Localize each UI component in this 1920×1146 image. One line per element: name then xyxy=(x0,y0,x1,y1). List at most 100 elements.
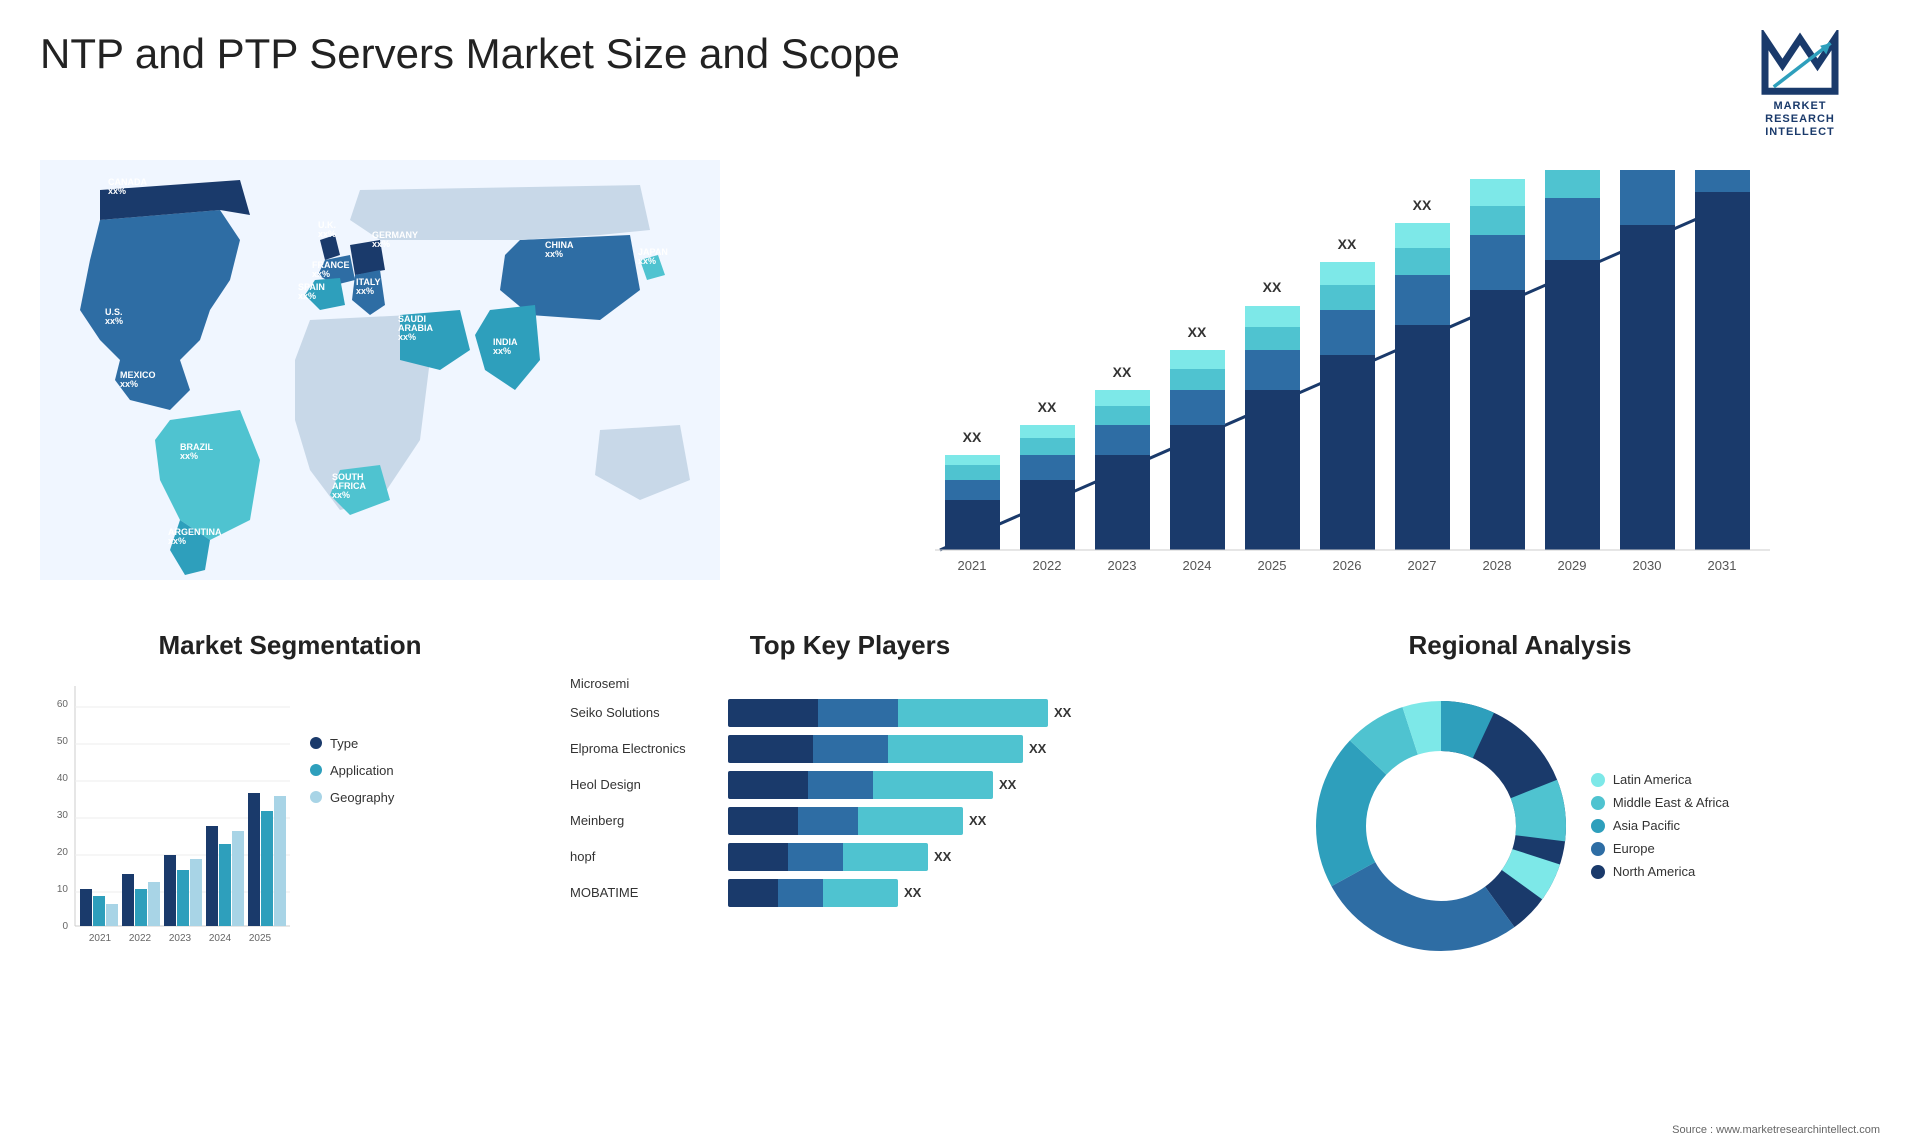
legend-europe: Europe xyxy=(1591,841,1729,856)
meinberg-name: Meinberg xyxy=(570,813,720,828)
svg-text:2031: 2031 xyxy=(1708,558,1737,573)
svg-text:60: 60 xyxy=(57,699,69,710)
legend-north-america: North America xyxy=(1591,864,1729,879)
seiko-bar xyxy=(728,699,1048,727)
svg-text:xx%: xx% xyxy=(108,186,126,196)
mobatime-name: MOBATIME xyxy=(570,885,720,900)
north-america-dot xyxy=(1591,865,1605,879)
regional-container: Regional Analysis xyxy=(1160,630,1880,1050)
hopf-name: hopf xyxy=(570,849,720,864)
svg-text:xx%: xx% xyxy=(180,451,198,461)
logo-area: MARKET RESEARCH INTELLECT xyxy=(1720,30,1880,140)
seiko-name: Seiko Solutions xyxy=(570,705,720,720)
logo-icon xyxy=(1760,30,1840,100)
svg-text:2025: 2025 xyxy=(1258,558,1287,573)
svg-text:xx%: xx% xyxy=(120,379,138,389)
logo-text: MARKET RESEARCH INTELLECT xyxy=(1765,100,1835,140)
geography-dot xyxy=(310,791,322,803)
page-container: NTP and PTP Servers Market Size and Scop… xyxy=(0,0,1920,1146)
svg-text:10: 10 xyxy=(57,884,69,895)
svg-text:XX: XX xyxy=(1188,324,1207,340)
svg-text:xx%: xx% xyxy=(105,316,123,326)
segmentation-title: Market Segmentation xyxy=(40,630,540,661)
header: NTP and PTP Servers Market Size and Scop… xyxy=(40,30,1880,140)
legend-middle-east: Middle East & Africa xyxy=(1591,795,1729,810)
source-text: Source : www.marketresearchintellect.com xyxy=(1672,1124,1880,1136)
player-elproma: Elproma Electronics XX xyxy=(570,735,1130,763)
hopf-xx: XX xyxy=(934,849,951,864)
svg-text:2022: 2022 xyxy=(129,933,152,944)
hopf-bar-wrap: XX xyxy=(728,843,1130,871)
type-label: Type xyxy=(330,736,358,751)
bar-chart-container: XX 2021 XX 2022 XX 2023 xyxy=(740,160,1880,600)
seg-legend: Type Application Geography xyxy=(310,736,394,805)
svg-text:2021: 2021 xyxy=(958,558,987,573)
north-america-label: North America xyxy=(1613,864,1695,879)
svg-text:20: 20 xyxy=(57,847,69,858)
meinberg-bar xyxy=(728,807,963,835)
latin-america-label: Latin America xyxy=(1613,772,1692,787)
svg-text:2021: 2021 xyxy=(89,933,112,944)
legend-asia-pacific: Asia Pacific xyxy=(1591,818,1729,833)
type-dot xyxy=(310,737,322,749)
svg-text:XX: XX xyxy=(1413,197,1432,213)
svg-text:XX: XX xyxy=(1113,364,1132,380)
seiko-xx: XX xyxy=(1054,705,1071,720)
asia-pacific-label: Asia Pacific xyxy=(1613,818,1680,833)
player-meinberg: Meinberg XX xyxy=(570,807,1130,835)
seg-chart-svg: 0 10 20 30 40 50 60 xyxy=(40,676,300,966)
svg-text:2024: 2024 xyxy=(1183,558,1212,573)
seg-chart-svg-wrap: 0 10 20 30 40 50 60 xyxy=(40,676,290,956)
regional-legend: Latin America Middle East & Africa Asia … xyxy=(1591,772,1729,879)
asia-pacific-dot xyxy=(1591,819,1605,833)
growth-chart-svg: XX 2021 XX 2022 XX 2023 xyxy=(800,170,1860,590)
elproma-bar xyxy=(728,735,1023,763)
svg-text:xx%: xx% xyxy=(493,346,511,356)
svg-text:2027: 2027 xyxy=(1408,558,1437,573)
svg-text:XX: XX xyxy=(1263,279,1282,295)
regional-chart-area: Latin America Middle East & Africa Asia … xyxy=(1160,676,1880,976)
page-title: NTP and PTP Servers Market Size and Scop… xyxy=(40,30,900,78)
key-players-container: Top Key Players Microsemi Seiko Solution… xyxy=(560,630,1140,1050)
svg-text:2024: 2024 xyxy=(209,933,232,944)
svg-text:xx%: xx% xyxy=(372,239,390,249)
svg-text:30: 30 xyxy=(57,810,69,821)
latin-america-dot xyxy=(1591,773,1605,787)
heol-xx: XX xyxy=(999,777,1016,792)
mobatime-xx: XX xyxy=(904,885,921,900)
legend-type: Type xyxy=(310,736,394,751)
heol-name: Heol Design xyxy=(570,777,720,792)
player-microsemi: Microsemi xyxy=(570,676,1130,691)
europe-dot xyxy=(1591,842,1605,856)
regional-title: Regional Analysis xyxy=(1160,630,1880,661)
mobatime-bar-wrap: XX xyxy=(728,879,1130,907)
svg-text:XX: XX xyxy=(963,429,982,445)
world-map-container: CANADA xx% U.S. xx% MEXICO xx% BRAZIL xx… xyxy=(40,160,720,600)
world-map-svg: CANADA xx% U.S. xx% MEXICO xx% BRAZIL xx… xyxy=(40,160,720,580)
geography-label: Geography xyxy=(330,790,394,805)
heol-bar xyxy=(728,771,993,799)
segmentation-container: Market Segmentation 0 10 20 30 40 5 xyxy=(40,630,540,1050)
svg-text:50: 50 xyxy=(57,736,69,747)
bottom-section: Market Segmentation 0 10 20 30 40 5 xyxy=(40,630,1880,1050)
middle-east-dot xyxy=(1591,796,1605,810)
player-hopf: hopf XX xyxy=(570,843,1130,871)
application-dot xyxy=(310,764,322,776)
svg-text:XX: XX xyxy=(1338,236,1357,252)
europe-label: Europe xyxy=(1613,841,1655,856)
svg-text:xx%: xx% xyxy=(332,490,350,500)
top-section: CANADA xx% U.S. xx% MEXICO xx% BRAZIL xx… xyxy=(40,160,1880,600)
svg-text:2028: 2028 xyxy=(1483,558,1512,573)
players-list: Microsemi Seiko Solutions XX xyxy=(560,676,1140,907)
player-seiko: Seiko Solutions XX xyxy=(570,699,1130,727)
segmentation-chart-area: 0 10 20 30 40 50 60 xyxy=(40,676,540,956)
elproma-xx: XX xyxy=(1029,741,1046,756)
svg-text:2023: 2023 xyxy=(169,933,192,944)
svg-text:2022: 2022 xyxy=(1033,558,1062,573)
seiko-bar-wrap: XX xyxy=(728,699,1130,727)
svg-text:2023: 2023 xyxy=(1108,558,1137,573)
middle-east-label: Middle East & Africa xyxy=(1613,795,1729,810)
svg-text:0: 0 xyxy=(62,921,68,932)
hopf-bar xyxy=(728,843,928,871)
svg-text:2029: 2029 xyxy=(1558,558,1587,573)
